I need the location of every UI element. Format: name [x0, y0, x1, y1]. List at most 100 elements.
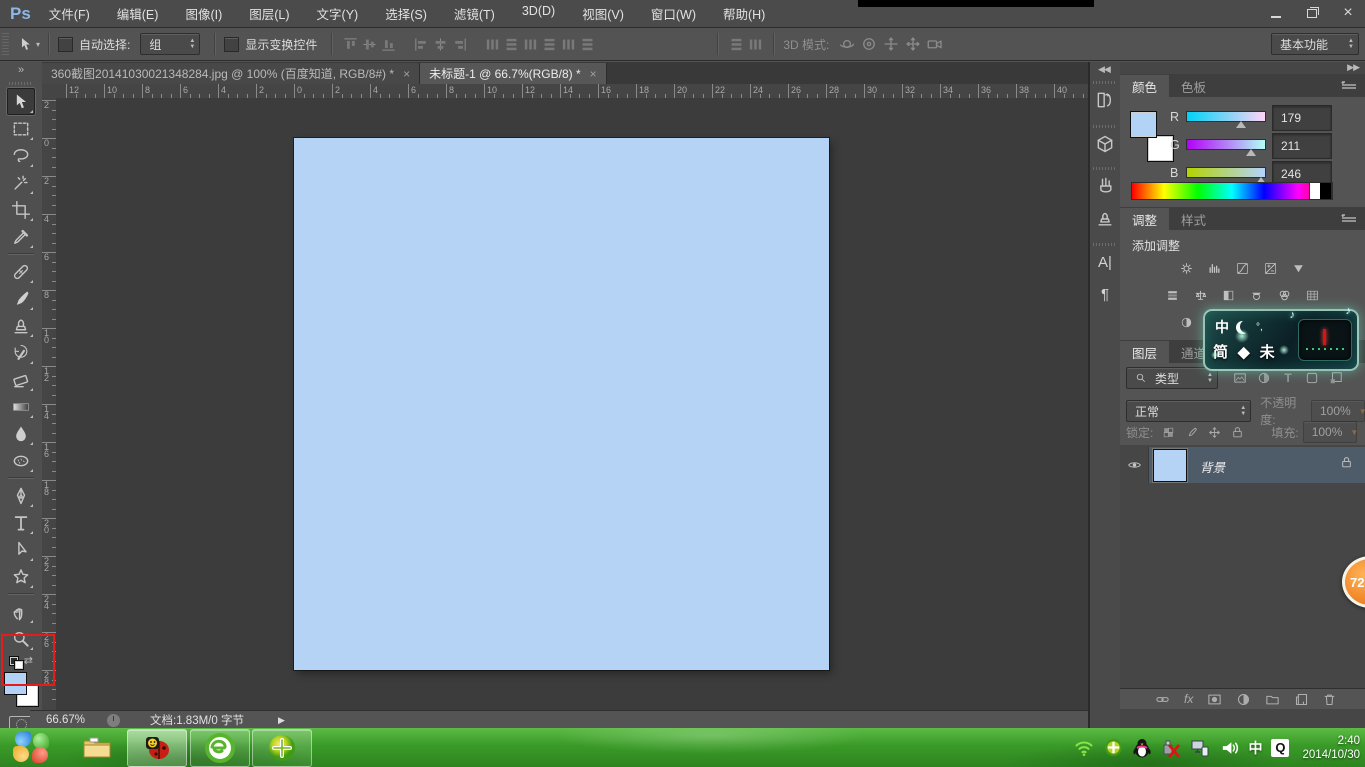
align-right-icon[interactable] [450, 35, 469, 54]
align-top-icon[interactable] [341, 35, 360, 54]
360-safe-button[interactable] [252, 729, 312, 767]
document-tab-1[interactable]: 360截图20141030021348284.jpg @ 100% (百度知道,… [42, 63, 421, 84]
channel-value[interactable]: 211 [1272, 133, 1332, 159]
layer-filter-dropdown[interactable]: 类型 ▲ ▼ [1126, 367, 1218, 389]
ime-language-indicator[interactable]: 中 [1248, 738, 1262, 758]
tab-close-icon[interactable]: × [403, 67, 410, 81]
distribute-vcenter-icon[interactable] [502, 35, 521, 54]
new-adjustment-layer-icon[interactable] [1236, 692, 1251, 707]
gradient-tool[interactable] [7, 393, 35, 420]
3d-slide-icon[interactable] [903, 35, 922, 54]
horizontal-ruler[interactable]: 12 10 8 6 4 2 0 2 4 6 8 10 12 14 16 18 20 22 24 26 28 30 32 34 3… [56, 84, 1090, 99]
explorer-folder-button[interactable] [74, 729, 120, 765]
collapse-panels-icon[interactable]: ▶▶ [1347, 62, 1360, 73]
channel-slider-track[interactable] [1186, 167, 1266, 178]
adjustments-tab-1[interactable]: 调整 [1120, 208, 1170, 230]
character-panel-icon[interactable]: A| [1093, 250, 1117, 274]
3d-roll-icon[interactable] [859, 35, 878, 54]
ladybug-app-button[interactable] [127, 729, 187, 767]
blur-tool[interactable] [7, 420, 35, 447]
vibrance-icon[interactable] [1288, 260, 1310, 277]
paragraph-panel-icon[interactable]: ¶ [1093, 282, 1117, 306]
curves-icon[interactable] [1232, 260, 1254, 277]
black-swatch[interactable] [1320, 182, 1332, 200]
layer-effects-icon[interactable]: fx [1184, 692, 1193, 706]
punctuation-indicator[interactable]: °, [1256, 322, 1263, 333]
distribute-bottom-icon[interactable] [521, 35, 540, 54]
type-layer-filter-icon[interactable]: T [1280, 370, 1296, 386]
history-brush-tool[interactable] [7, 339, 35, 366]
menu-item-7[interactable]: 滤镜(T) [454, 4, 495, 23]
color-balance-icon[interactable] [1190, 287, 1212, 304]
lock-image-pixels-icon[interactable] [1183, 424, 1199, 440]
adjustments-tab-2[interactable]: 样式 [1169, 208, 1218, 230]
workspace-switcher[interactable]: 基本功能 ▲ ▼ [1271, 33, 1359, 55]
network-status-icon[interactable] [1190, 738, 1210, 758]
eraser-tool[interactable] [7, 366, 35, 393]
menu-item-10[interactable]: 窗口(W) [651, 4, 696, 23]
wifi-icon[interactable] [1074, 738, 1094, 758]
menu-item-1[interactable]: 文件(F) [49, 4, 90, 23]
taskbar-clock[interactable]: 2:40 2014/10/30 [1302, 734, 1360, 762]
delete-layer-icon[interactable] [1322, 692, 1337, 707]
menu-item-4[interactable]: 图层(L) [249, 4, 289, 23]
distribute-left-icon[interactable] [540, 35, 559, 54]
distribute-right-icon[interactable] [578, 35, 597, 54]
hue-saturation-icon[interactable] [1162, 287, 1184, 304]
pen-tool[interactable] [7, 482, 35, 509]
blend-mode-dropdown[interactable]: 正常 ▲ ▼ [1126, 400, 1252, 422]
magic-wand-tool[interactable] [7, 169, 35, 196]
smart-object-filter-icon[interactable] [1328, 370, 1344, 386]
crop-tool[interactable] [7, 196, 35, 223]
distribute-hcenter-icon[interactable] [559, 35, 578, 54]
layer-thumbnail[interactable] [1153, 449, 1187, 482]
restore-button[interactable] [1301, 5, 1323, 21]
menu-item-9[interactable]: 视图(V) [582, 4, 624, 23]
auto-select-dropdown[interactable]: 组 ▲ ▼ [140, 33, 201, 55]
expand-strip-icon[interactable]: ◀◀ [1098, 64, 1111, 75]
brush-panel-icon[interactable] [1093, 174, 1117, 198]
clone-source-panel-icon[interactable] [1093, 207, 1117, 231]
menu-item-8[interactable]: 3D(D) [522, 4, 555, 23]
3d-pan-icon[interactable] [881, 35, 900, 54]
lock-all-icon[interactable] [1229, 424, 1245, 440]
color-tab-1[interactable]: 颜色 [1120, 75, 1170, 97]
vertical-ruler[interactable]: 2024681 01 21 41 61 82 02 22 42 62 8 [42, 98, 57, 710]
foreground-color-swatch[interactable] [1130, 111, 1157, 138]
path-selection-tool[interactable] [7, 536, 35, 563]
usb-error-icon[interactable] [1161, 738, 1181, 758]
document-canvas[interactable] [294, 138, 829, 670]
3d-zoom-icon[interactable] [925, 35, 944, 54]
eyedropper-tool[interactable] [7, 223, 35, 250]
channel-slider-track[interactable] [1186, 111, 1266, 122]
channel-slider-thumb[interactable] [1235, 121, 1246, 128]
distribute-top-icon[interactable] [483, 35, 502, 54]
properties-panel-icon[interactable] [1093, 132, 1117, 156]
opacity-dropdown[interactable]: 100% ▼ [1311, 400, 1365, 422]
brightness-contrast-icon[interactable] [1176, 260, 1198, 277]
lock-transparent-pixels-icon[interactable] [1160, 424, 1176, 440]
fill-dropdown[interactable]: 100% ▼ [1302, 421, 1358, 443]
black-white-icon[interactable] [1218, 287, 1240, 304]
exposure-icon[interactable] [1260, 260, 1282, 277]
adjustment-layer-filter-icon[interactable] [1256, 370, 1272, 386]
brush-tool[interactable] [7, 285, 35, 312]
minimize-button[interactable] [1265, 5, 1287, 21]
photo-filter-icon[interactable] [1246, 287, 1268, 304]
menu-item-3[interactable]: 图像(I) [185, 4, 222, 23]
layers-tab-1[interactable]: 图层 [1120, 341, 1170, 363]
ime-char[interactable]: 未 [1260, 341, 1275, 362]
ime-toolbar-overlay[interactable]: 中 °, 简 ◆ 未 ♪ ♪ [1203, 305, 1359, 371]
link-layers-icon[interactable] [1154, 692, 1171, 707]
channel-mixer-icon[interactable] [1274, 287, 1296, 304]
canvas-viewport[interactable] [56, 98, 1090, 710]
channel-slider-thumb[interactable] [1245, 149, 1256, 156]
qq-pinyin-badge[interactable]: Q [1271, 738, 1290, 757]
color-menu-icon[interactable] [1340, 80, 1359, 92]
hand-tool[interactable] [7, 598, 35, 625]
clone-stamp-tool[interactable] [7, 312, 35, 339]
ime-mode-indicator[interactable]: 中 [1215, 317, 1229, 337]
move-tool[interactable] [7, 88, 35, 115]
custom-shape-tool[interactable] [7, 563, 35, 590]
status-expander-icon[interactable]: ▶ [278, 715, 285, 726]
